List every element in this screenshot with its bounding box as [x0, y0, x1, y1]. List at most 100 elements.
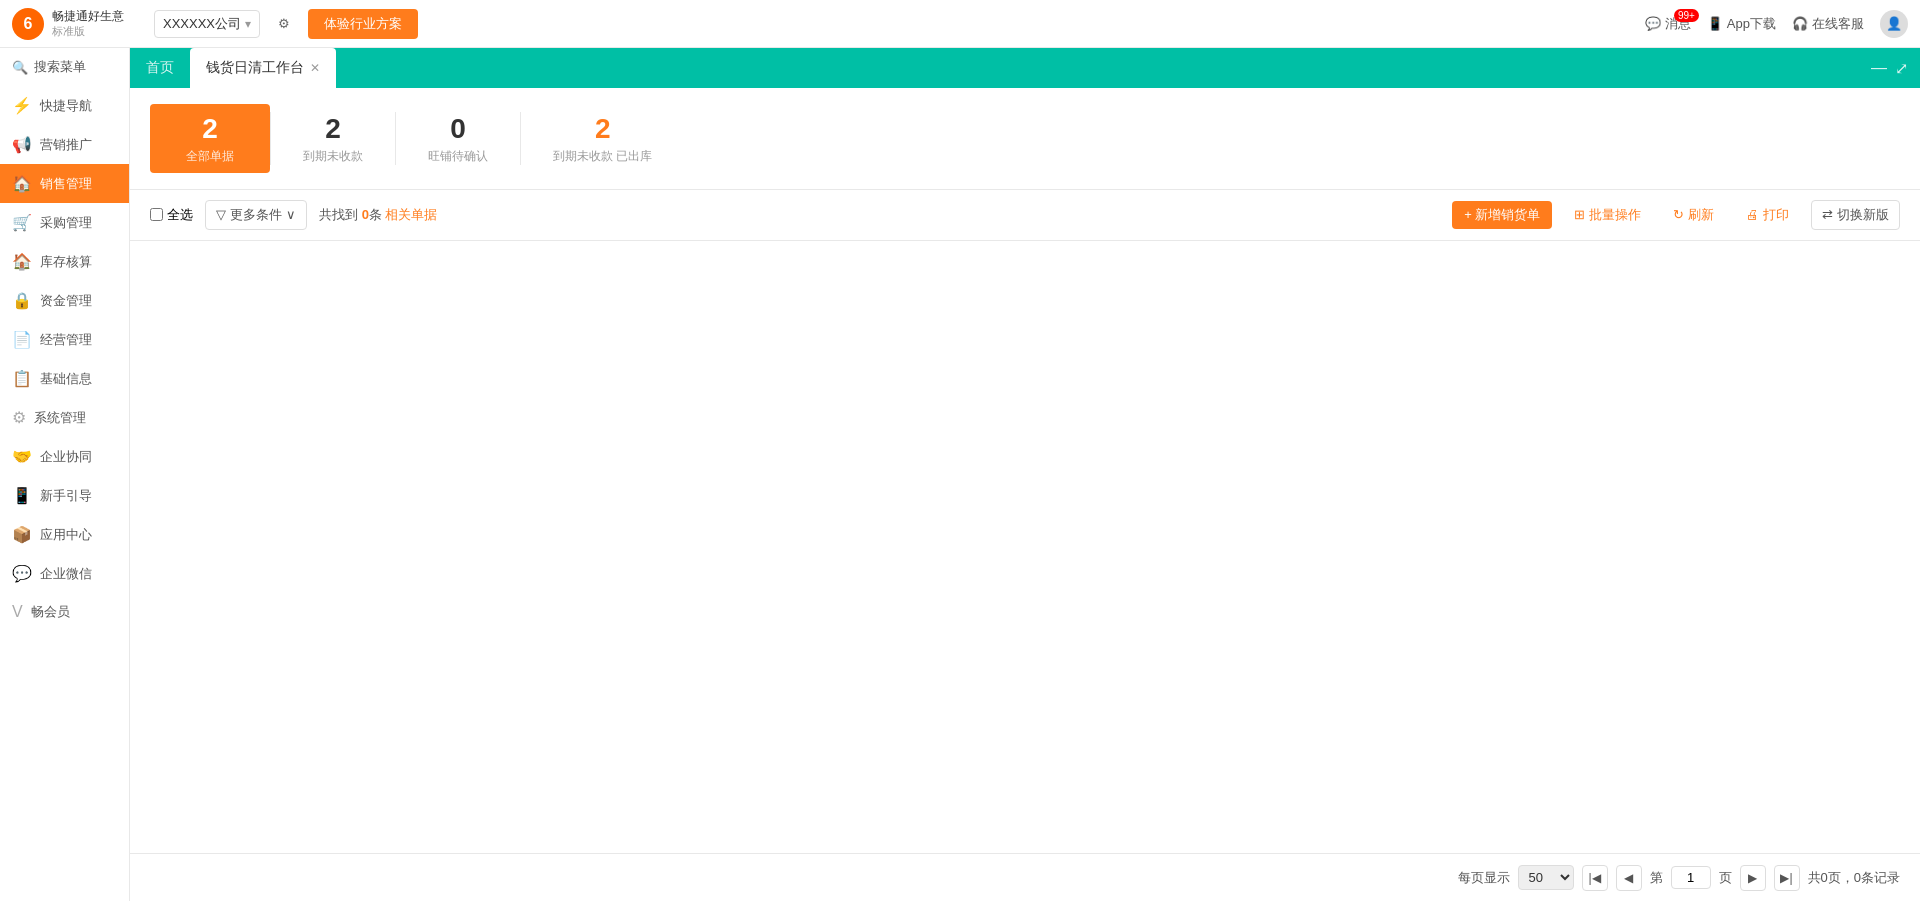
- page-first-btn[interactable]: |◀: [1582, 865, 1608, 891]
- batch-icon: ⊞: [1574, 207, 1585, 222]
- per-page-label: 每页显示: [1458, 869, 1510, 887]
- company-selector[interactable]: XXXXXX公司 ▾: [154, 10, 260, 38]
- sidebar-item-operations[interactable]: 📄 经营管理: [0, 320, 129, 359]
- sales-icon: 🏠: [12, 174, 32, 193]
- settings-button[interactable]: ⚙: [268, 8, 300, 40]
- sidebar-item-finance[interactable]: 🔒 资金管理: [0, 281, 129, 320]
- sidebar-item-app-center[interactable]: 📦 应用中心: [0, 515, 129, 554]
- logo-icon: 6: [12, 8, 44, 40]
- stat-label-overdue: 到期未收款: [303, 148, 363, 165]
- message-icon: 💬: [1645, 16, 1661, 31]
- sidebar-item-sales[interactable]: 🏠 销售管理: [0, 164, 129, 203]
- refresh-btn[interactable]: ↻ 刷新: [1663, 201, 1724, 229]
- gear-icon: ⚙: [278, 16, 290, 31]
- newbie-icon: 📱: [12, 486, 32, 505]
- header-middle: XXXXXX公司 ▾ ⚙ 体验行业方案: [142, 8, 1645, 40]
- page-input[interactable]: [1671, 866, 1711, 889]
- sidebar-item-basic-info[interactable]: 📋 基础信息: [0, 359, 129, 398]
- marketing-icon: 📢: [12, 135, 32, 154]
- switch-version-btn[interactable]: ⇄ 切换新版: [1811, 200, 1900, 230]
- sidebar-item-member[interactable]: V 畅会员: [0, 593, 129, 631]
- select-all-checkbox[interactable]: [150, 208, 163, 221]
- stat-card-wangpu[interactable]: 0 旺铺待确认: [396, 104, 520, 173]
- enterprise-icon: 🤝: [12, 447, 32, 466]
- inventory-icon: 🏠: [12, 252, 32, 271]
- sidebar-item-inventory[interactable]: 🏠 库存核算: [0, 242, 129, 281]
- service-icon: 🎧: [1792, 16, 1808, 31]
- experience-btn[interactable]: 体验行业方案: [308, 9, 418, 39]
- sidebar: 🔍 搜索菜单 ⚡ 快捷导航 📢 营销推广 🏠 销售管理 🛒 采购管理 🏠 库存核…: [0, 0, 130, 901]
- sidebar-item-enterprise[interactable]: 🤝 企业协同: [0, 437, 129, 476]
- page-prev-btn[interactable]: ◀: [1616, 865, 1642, 891]
- print-btn[interactable]: 🖨 打印: [1736, 201, 1799, 229]
- batch-btn[interactable]: ⊞ 批量操作: [1564, 201, 1651, 229]
- filter-chevron-icon: ∨: [286, 207, 296, 222]
- purchase-icon: 🛒: [12, 213, 32, 232]
- per-page-select[interactable]: 50 100 200: [1518, 865, 1574, 890]
- user-icon: 👤: [1886, 16, 1902, 31]
- tab-work-bench[interactable]: 钱货日清工作台 ✕: [190, 48, 336, 88]
- toolbar: 全选 ▽ 更多条件 ∨ 共找到 0条 相关单据 + 新增销货单 ⊞ 批量操作: [130, 190, 1920, 241]
- tab-home[interactable]: 首页: [130, 48, 190, 88]
- app-center-icon: 📦: [12, 525, 32, 544]
- main-inner: 2 全部单据 2 到期未收款 0 旺铺待确认 2 到期未收款 已出库: [130, 88, 1920, 901]
- toolbar-left: 全选 ▽ 更多条件 ∨ 共找到 0条 相关单据: [150, 200, 1440, 230]
- tab-bar-actions: — ⤢: [1871, 59, 1920, 78]
- page-last-btn[interactable]: ▶|: [1774, 865, 1800, 891]
- member-icon: V: [12, 603, 23, 621]
- system-icon: ⚙: [12, 408, 26, 427]
- download-icon: 📱: [1707, 16, 1723, 31]
- app-download-btn[interactable]: 📱 App下载: [1707, 15, 1776, 33]
- refresh-icon: ↻: [1673, 207, 1684, 222]
- sidebar-item-newbie[interactable]: 📱 新手引导: [0, 476, 129, 515]
- sidebar-item-wechat[interactable]: 💬 企业微信: [0, 554, 129, 593]
- sidebar-item-marketing[interactable]: 📢 营销推广: [0, 125, 129, 164]
- quick-nav-icon: ⚡: [12, 96, 32, 115]
- print-icon: 🖨: [1746, 207, 1759, 222]
- stat-num-wangpu: 0: [428, 112, 488, 146]
- stat-label-wangpu: 旺铺待确认: [428, 148, 488, 165]
- logo-text: 畅捷通好生意 标准版: [52, 9, 124, 39]
- stats-area: 2 全部单据 2 到期未收款 0 旺铺待确认 2 到期未收款 已出库: [130, 88, 1920, 190]
- filter-icon: ▽: [216, 207, 226, 222]
- sidebar-item-quick-nav[interactable]: ⚡ 快捷导航: [0, 86, 129, 125]
- stat-card-shipped[interactable]: 2 到期未收款 已出库: [521, 104, 684, 173]
- avatar[interactable]: 👤: [1880, 10, 1908, 38]
- select-all-area: 全选: [150, 206, 193, 224]
- wechat-icon: 💬: [12, 564, 32, 583]
- company-dropdown-icon: ▾: [245, 17, 251, 31]
- page-label: 第: [1650, 869, 1663, 887]
- more-filter-btn[interactable]: ▽ 更多条件 ∨: [205, 200, 307, 230]
- tab-bar: 首页 钱货日清工作台 ✕ — ⤢: [130, 48, 1920, 88]
- page-next-btn[interactable]: ▶: [1740, 865, 1766, 891]
- page-label-end: 页: [1719, 869, 1732, 887]
- stat-num-all: 2: [182, 112, 238, 146]
- search-icon: 🔍: [12, 60, 28, 75]
- stat-card-all[interactable]: 2 全部单据: [150, 104, 270, 173]
- message-badge: 99+: [1674, 9, 1699, 22]
- sidebar-item-purchase[interactable]: 🛒 采购管理: [0, 203, 129, 242]
- pagination-bar: 每页显示 50 100 200 |◀ ◀ 第 页 ▶ ▶| 共0页，0条记录: [130, 853, 1920, 901]
- content-table-area: 每页显示 50 100 200 |◀ ◀ 第 页 ▶ ▶| 共0页，0条记录: [130, 241, 1920, 901]
- sidebar-item-system[interactable]: ⚙ 系统管理: [0, 398, 129, 437]
- switch-icon: ⇄: [1822, 207, 1833, 222]
- message-btn[interactable]: 💬 消息 99+: [1645, 15, 1691, 33]
- toolbar-right: + 新增销货单 ⊞ 批量操作 ↻ 刷新 🖨 打印 ⇄ 切换新版: [1452, 200, 1900, 230]
- stat-label-shipped: 到期未收款 已出库: [553, 148, 652, 165]
- stat-num-shipped: 2: [553, 112, 652, 146]
- sidebar-search-btn[interactable]: 🔍 搜索菜单: [0, 48, 129, 86]
- logo-area: 6 畅捷通好生意 标准版: [12, 8, 142, 40]
- stat-label-all: 全部单据: [182, 148, 238, 165]
- tab-maximize-icon[interactable]: ⤢: [1895, 59, 1908, 78]
- header-right: 💬 消息 99+ 📱 App下载 🎧 在线客服 👤: [1645, 10, 1908, 38]
- stat-num-overdue: 2: [303, 112, 363, 146]
- tab-minimize-icon[interactable]: —: [1871, 59, 1887, 77]
- add-order-btn[interactable]: + 新增销货单: [1452, 201, 1552, 229]
- total-text: 共0页，0条记录: [1808, 869, 1900, 887]
- operations-icon: 📄: [12, 330, 32, 349]
- found-text: 共找到 0条 相关单据: [319, 206, 437, 224]
- stat-card-overdue[interactable]: 2 到期未收款: [271, 104, 395, 173]
- online-service-btn[interactable]: 🎧 在线客服: [1792, 15, 1864, 33]
- basic-info-icon: 📋: [12, 369, 32, 388]
- tab-close-icon[interactable]: ✕: [310, 61, 320, 75]
